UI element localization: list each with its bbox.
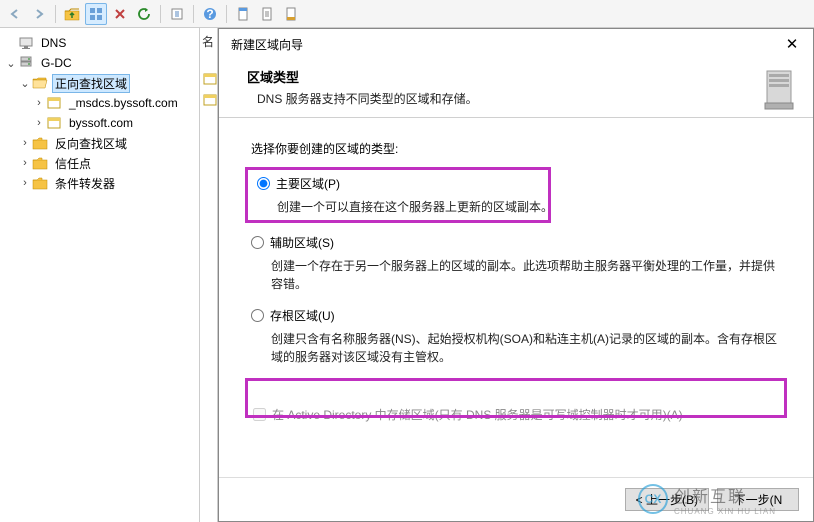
watermark-brand: 创新互联 xyxy=(674,483,776,507)
ad-store-checkbox-row: 在 Active Directory 中存储区域(只有 DNS 服务器是可写域控… xyxy=(253,406,775,423)
dialog-body: 选择你要创建的区域的类型: 主要区域(P) 创建一个可以直接在这个服务器上更新的… xyxy=(219,118,813,477)
tree-label: G-DC xyxy=(38,56,75,70)
radio-secondary[interactable] xyxy=(251,236,264,249)
tree-label: DNS xyxy=(38,36,69,50)
tree-fwd-zone[interactable]: ⌄ 正向查找区域 xyxy=(2,73,197,93)
checkbox-label: 在 Active Directory 中存储区域(只有 DNS 服务器是可写域控… xyxy=(272,406,683,423)
dialog-title: 新建区域向导 xyxy=(231,36,303,53)
expand-icon[interactable]: › xyxy=(32,117,46,129)
expand-icon[interactable]: › xyxy=(18,177,32,189)
folder-icon xyxy=(32,135,48,151)
tree-pane: DNS ⌄ G-DC ⌄ 正向查找区域 › _msdcs.byssoft.com… xyxy=(0,28,200,522)
expand-icon[interactable]: › xyxy=(32,97,46,109)
close-icon[interactable]: ✕ xyxy=(779,33,805,55)
zone-icon xyxy=(46,115,62,131)
tree-zone-item[interactable]: › byssoft.com xyxy=(2,113,197,133)
folder-open-icon xyxy=(32,75,48,91)
radio-secondary-zone: 辅助区域(S) 创建一个存在于另一个服务器上的区域的副本。此选项帮助主服务器平衡… xyxy=(251,234,781,293)
tree-label: byssoft.com xyxy=(66,116,136,130)
tree-label: 反向查找区域 xyxy=(52,135,130,152)
grid-icon[interactable] xyxy=(85,3,107,25)
zone-type-radio-group: 主要区域(P) 创建一个可以直接在这个服务器上更新的区域副本。 辅助区域(S) … xyxy=(251,171,781,366)
tree-cond-fwd[interactable]: › 条件转发器 xyxy=(2,173,197,193)
radio-stub[interactable] xyxy=(251,309,264,322)
tree-rev-zone[interactable]: › 反向查找区域 xyxy=(2,133,197,153)
delete-icon[interactable] xyxy=(109,3,131,25)
dialog-titlebar: 新建区域向导 ✕ xyxy=(219,29,813,59)
folder-icon xyxy=(32,175,48,191)
zone-icon[interactable] xyxy=(202,72,215,89)
radio-stub-zone: 存根区域(U) 创建只含有名称服务器(NS)、起始授权机构(SOA)和粘连主机(… xyxy=(251,307,781,366)
back-icon[interactable] xyxy=(4,3,26,25)
watermark: CX 创新互联 CHUANG XIN HU LIAN xyxy=(638,482,808,516)
folder-up-icon[interactable] xyxy=(61,3,83,25)
collapse-icon[interactable]: ⌄ xyxy=(18,77,32,90)
toolbar: ? xyxy=(0,0,814,28)
tree-server[interactable]: ⌄ G-DC xyxy=(2,53,197,73)
radio-label[interactable]: 存根区域(U) xyxy=(270,307,335,324)
ad-store-checkbox[interactable] xyxy=(253,408,266,421)
dialog-header: 区域类型 DNS 服务器支持不同类型的区域和存储。 xyxy=(219,59,813,117)
radio-primary[interactable] xyxy=(257,177,270,190)
export-icon[interactable] xyxy=(166,3,188,25)
expand-icon[interactable]: › xyxy=(18,157,32,169)
watermark-sub: CHUANG XIN HU LIAN xyxy=(674,507,776,516)
server-icon xyxy=(18,55,34,71)
tree-zone-item[interactable]: › _msdcs.byssoft.com xyxy=(2,93,197,113)
radio-primary-zone: 主要区域(P) 创建一个可以直接在这个服务器上更新的区域副本。 xyxy=(251,171,781,220)
separator xyxy=(55,5,56,23)
tree-label: 条件转发器 xyxy=(52,175,118,192)
tree-root[interactable]: DNS xyxy=(2,33,197,53)
col-label: 名 xyxy=(202,33,215,50)
folder-icon xyxy=(32,155,48,171)
separator xyxy=(226,5,227,23)
watermark-logo-icon: CX xyxy=(638,484,668,514)
svg-text:?: ? xyxy=(206,7,213,21)
radio-desc: 创建一个存在于另一个服务器上的区域的副本。此选项帮助主服务器平衡处理的工作量，并… xyxy=(271,257,781,293)
zone-icon xyxy=(46,95,62,111)
radio-desc: 创建一个可以直接在这个服务器上更新的区域副本。 xyxy=(277,198,775,216)
new-zone-wizard-dialog: 新建区域向导 ✕ 区域类型 DNS 服务器支持不同类型的区域和存储。 选择你要创… xyxy=(218,28,814,522)
tree-label: 信任点 xyxy=(52,155,94,172)
collapse-icon[interactable]: ⌄ xyxy=(4,57,18,70)
radio-desc: 创建只含有名称服务器(NS)、起始授权机构(SOA)和粘连主机(A)记录的区域的… xyxy=(271,330,781,366)
doc1-icon[interactable] xyxy=(232,3,254,25)
zone-icon[interactable] xyxy=(202,93,215,110)
tree-trust[interactable]: › 信任点 xyxy=(2,153,197,173)
list-column-header: 名 xyxy=(200,28,218,522)
tree-label: _msdcs.byssoft.com xyxy=(66,96,181,110)
doc2-icon[interactable] xyxy=(256,3,278,25)
prompt-text: 选择你要创建的区域的类型: xyxy=(251,140,781,157)
header-subtitle: DNS 服务器支持不同类型的区域和存储。 xyxy=(247,90,795,107)
server-image-icon xyxy=(763,65,795,111)
refresh-icon[interactable] xyxy=(133,3,155,25)
radio-label[interactable]: 辅助区域(S) xyxy=(270,234,334,251)
help-icon[interactable]: ? xyxy=(199,3,221,25)
forward-icon[interactable] xyxy=(28,3,50,25)
separator xyxy=(193,5,194,23)
header-title: 区域类型 xyxy=(247,67,795,86)
tree-label: 正向查找区域 xyxy=(52,74,130,93)
dns-icon xyxy=(18,35,34,51)
expand-icon[interactable]: › xyxy=(18,137,32,149)
radio-label[interactable]: 主要区域(P) xyxy=(276,175,340,192)
separator xyxy=(160,5,161,23)
doc3-icon[interactable] xyxy=(280,3,302,25)
